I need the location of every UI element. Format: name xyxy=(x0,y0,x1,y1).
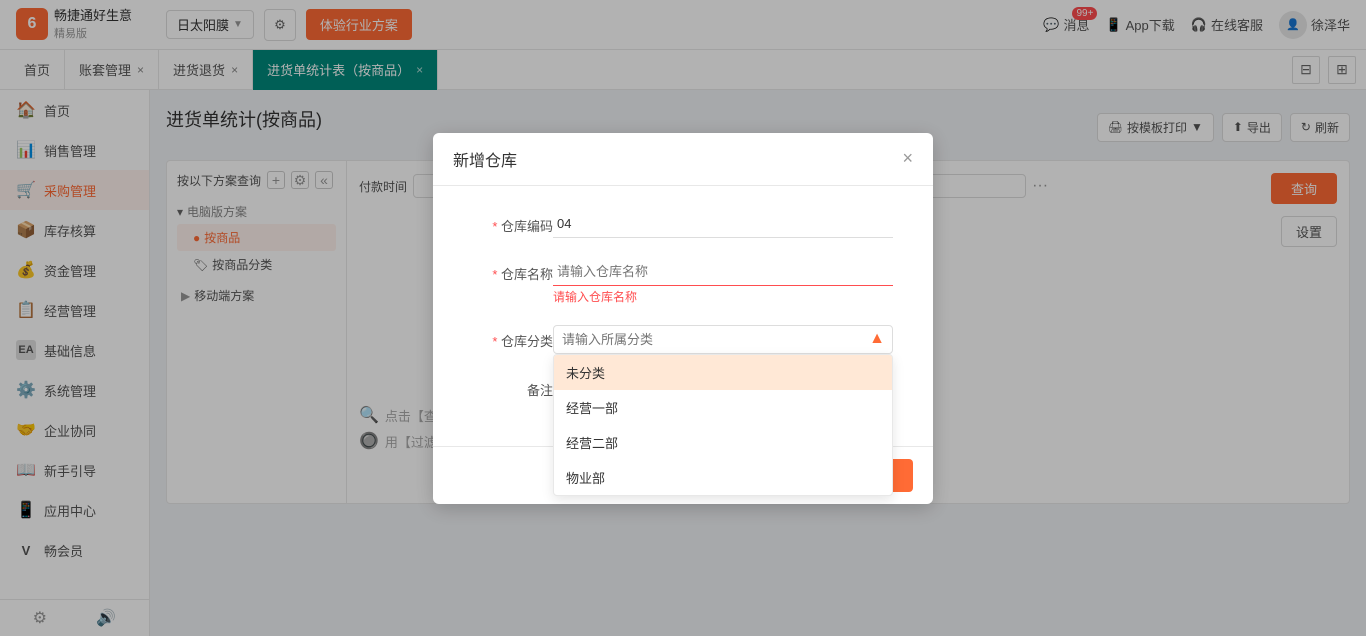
category-input[interactable] xyxy=(553,325,893,354)
name-input[interactable] xyxy=(553,258,893,286)
code-input-wrap xyxy=(553,210,893,238)
category-label: 仓库分类 xyxy=(473,325,553,350)
dropdown-item-unclassified[interactable]: 未分类 xyxy=(554,355,892,390)
modal-overlay: 新增仓库 × 仓库编码 仓库名称 请输入仓库名称 仓库分类 xyxy=(0,0,1366,636)
form-row-name: 仓库名称 请输入仓库名称 xyxy=(473,258,893,305)
code-label: 仓库编码 xyxy=(473,210,553,235)
dropdown-item-dept1[interactable]: 经营一部 xyxy=(554,390,892,425)
name-error-msg: 请输入仓库名称 xyxy=(553,288,893,305)
modal-header: 新增仓库 × xyxy=(433,133,933,186)
category-select-wrap: ▲ 未分类 经营一部 经营二部 物业部 xyxy=(553,325,893,354)
modal-body: 仓库编码 仓库名称 请输入仓库名称 仓库分类 ▲ xyxy=(433,186,933,446)
name-label: 仓库名称 xyxy=(473,258,553,283)
note-label: 备注 xyxy=(473,374,553,399)
dropdown-item-dept3[interactable]: 物业部 xyxy=(554,460,892,495)
name-input-wrap: 请输入仓库名称 xyxy=(553,258,893,305)
dropdown-item-dept2[interactable]: 经营二部 xyxy=(554,425,892,460)
form-row-code: 仓库编码 xyxy=(473,210,893,238)
modal-title: 新增仓库 xyxy=(453,147,517,171)
modal-close-icon[interactable]: × xyxy=(902,148,913,169)
form-row-category: 仓库分类 ▲ 未分类 经营一部 经营二部 物业部 xyxy=(473,325,893,354)
new-warehouse-modal: 新增仓库 × 仓库编码 仓库名称 请输入仓库名称 仓库分类 xyxy=(433,133,933,504)
code-input[interactable] xyxy=(553,210,893,238)
category-dropdown: 未分类 经营一部 经营二部 物业部 xyxy=(553,354,893,496)
